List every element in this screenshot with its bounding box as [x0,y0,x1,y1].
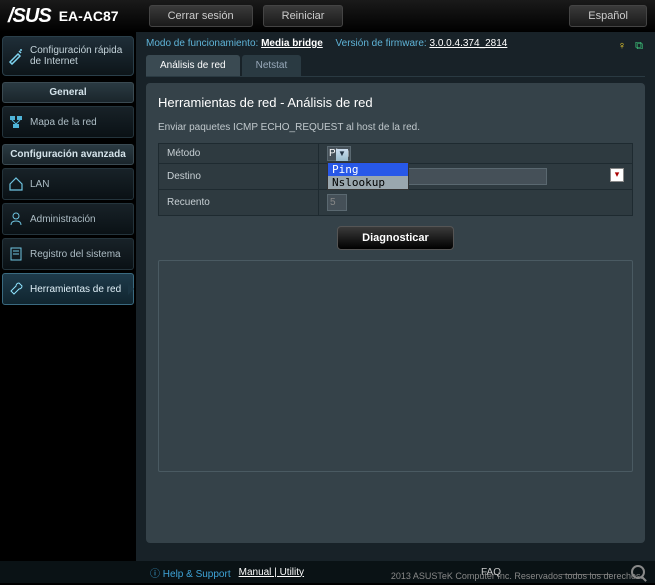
language-button[interactable]: Español [569,5,647,27]
tab-analysis[interactable]: Análisis de red [146,55,240,76]
tools-icon [7,280,25,298]
method-dropdown: Ping Nslookup [327,162,409,190]
row-method: Método Ping ▼ Ping Nslookup [159,144,633,164]
main-panel: Herramientas de red - Análisis de red En… [146,83,645,543]
opmode-label: Modo de funcionamiento: [146,38,258,49]
form-table: Método Ping ▼ Ping Nslookup Destino [158,143,633,216]
dropdown-option-nslookup[interactable]: Nslookup [328,176,408,189]
row-count: Recuento [159,190,633,216]
content-area: Modo de funcionamiento: Media bridge Ver… [136,32,655,562]
home-icon [7,175,25,193]
panel-desc: Enviar paquetes ICMP ECHO_REQUEST al hos… [158,122,633,133]
header-bar: /SUS EA-AC87 Cerrar sesión Reiniciar Esp… [0,0,655,32]
sidebar: Configuración rápida de Internet General… [0,32,136,562]
admin-icon [7,210,25,228]
sidebar-item-lan[interactable]: LAN [2,168,134,200]
opmode-value[interactable]: Media bridge [261,38,323,49]
status-icons: ♀ ⧉ [618,40,643,53]
model-label: EA-AC87 [59,8,119,24]
sidebar-item-netmap[interactable]: Mapa de la red [2,106,134,138]
sidebar-item-label: Administración [30,214,96,225]
brand-logo: /SUS [8,5,51,28]
log-icon [7,245,25,263]
chevron-down-icon: ▼ [336,149,348,161]
method-label: Método [159,144,319,164]
firmware-label: Versión de firmware: [336,38,427,49]
dropdown-option-ping[interactable]: Ping [328,163,408,176]
firmware-value[interactable]: 3.0.0.4.374_2814 [429,38,507,49]
quick-setup-button[interactable]: Configuración rápida de Internet [2,36,134,76]
copyright: 2013 ASUSTeK Computer Inc. Reservados to… [391,571,643,581]
tab-netstat[interactable]: Netstat [242,55,302,76]
sidebar-item-admin[interactable]: Administración [2,203,134,235]
sidebar-item-label: Registro del sistema [30,249,121,260]
tabs: Análisis de red Netstat [146,55,645,77]
help-link[interactable]: ⓘ Help & Support [150,565,231,580]
netmap-icon [7,113,25,131]
method-select[interactable]: Ping ▼ [327,146,351,161]
sidebar-item-label: Herramientas de red [30,284,121,295]
output-box [158,260,633,472]
utility-link[interactable]: Utility [280,567,304,578]
sidebar-item-label: LAN [30,179,49,190]
favorite-button[interactable]: ▾ [610,168,624,182]
main-layout: Configuración rápida de Internet General… [0,32,655,562]
section-advanced: Configuración avanzada [2,144,134,165]
sidebar-item-syslog[interactable]: Registro del sistema [2,238,134,270]
diagnose-button[interactable]: Diagnosticar [337,226,454,250]
sidebar-item-nettools[interactable]: Herramientas de red [2,273,134,305]
count-label: Recuento [159,190,319,216]
footer-links: Manual | Utility [239,567,304,578]
network-status-icon[interactable]: ⧉ [635,40,643,52]
destination-label: Destino [159,164,319,190]
bulb-icon[interactable]: ♀ [618,40,626,52]
logout-button[interactable]: Cerrar sesión [149,5,253,27]
panel-title: Herramientas de red - Análisis de red [158,95,633,110]
opmode-line: Modo de funcionamiento: Media bridge Ver… [146,38,645,49]
count-input[interactable] [327,194,347,211]
section-general: General [2,82,134,103]
reboot-button[interactable]: Reiniciar [263,5,344,27]
quick-setup-label: Configuración rápida de Internet [30,45,129,67]
sidebar-item-label: Mapa de la red [30,117,97,128]
manual-link[interactable]: Manual [239,567,272,578]
wand-icon [7,47,25,65]
